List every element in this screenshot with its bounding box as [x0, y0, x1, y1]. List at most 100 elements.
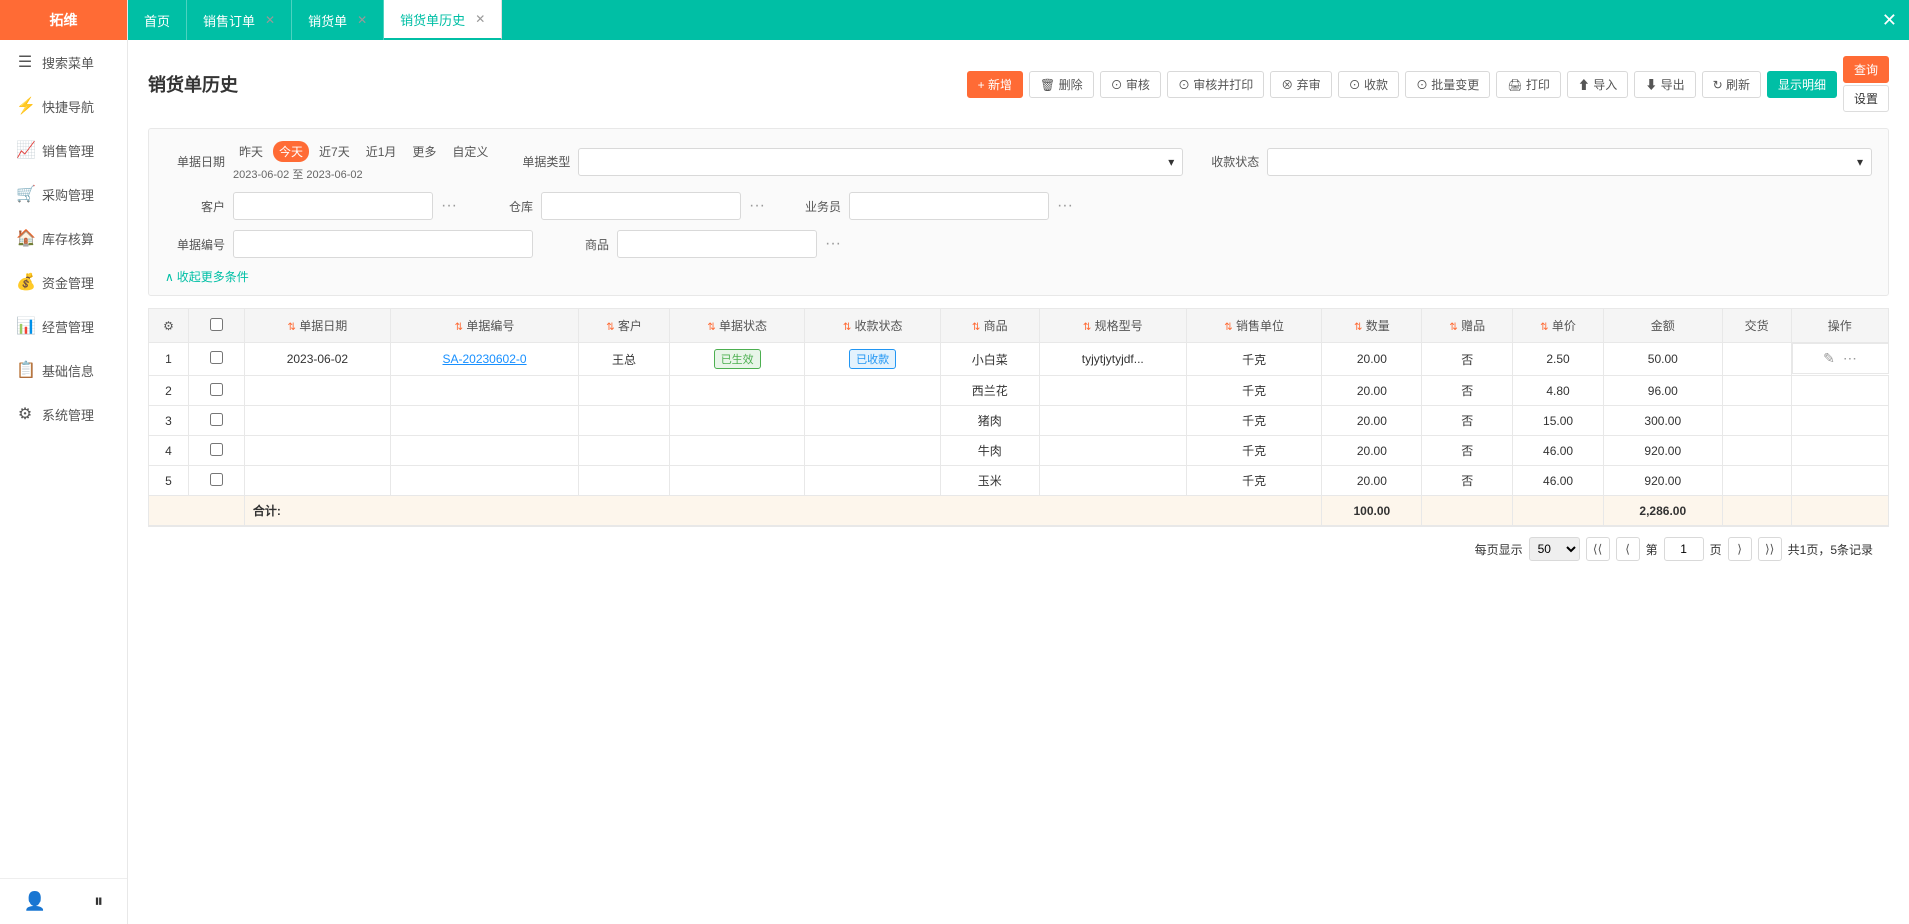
th-unit-price[interactable]: ⇅ 单价: [1513, 309, 1604, 343]
product-label: 商品: [549, 236, 609, 253]
row-checkbox[interactable]: [210, 351, 223, 364]
date-btn-7days[interactable]: 近7天: [313, 141, 356, 162]
main-content: 首页 销售订单 ✕ 销货单 ✕ 销货单历史 ✕ ✕ 销货单历史 + 新增 🗑 删…: [128, 0, 1909, 924]
next-page-button[interactable]: ⟩: [1728, 537, 1752, 561]
more-icon[interactable]: ⋯: [1843, 350, 1857, 367]
product-input[interactable]: [617, 230, 817, 258]
tab-sales-delivery[interactable]: 销货单 ✕: [292, 0, 384, 40]
row-checkbox-cell[interactable]: [189, 343, 245, 376]
collapse-button[interactable]: ∧ 收起更多条件: [165, 268, 1872, 285]
per-page-select[interactable]: 50 100: [1529, 537, 1580, 561]
row-doc-no[interactable]: [390, 406, 578, 436]
th-doc-no[interactable]: ⇅ 单据编号: [390, 309, 578, 343]
row-checkbox-cell[interactable]: [189, 406, 245, 436]
collect-button[interactable]: ⊙ 收款: [1338, 71, 1399, 98]
row-customer: [579, 436, 670, 466]
import-button[interactable]: ⬆ 导入: [1567, 71, 1628, 98]
sidebar-item-operations[interactable]: 📊 经营管理: [0, 304, 127, 348]
sidebar-item-system[interactable]: ⚙ 系统管理: [0, 392, 127, 436]
close-tab-sales-order[interactable]: ✕: [265, 13, 275, 27]
warehouse-picker-icon[interactable]: ···: [749, 197, 765, 215]
sidebar-item-inventory[interactable]: 🏠 库存核算: [0, 216, 127, 260]
row-date: [244, 376, 390, 406]
new-button[interactable]: + 新增: [967, 71, 1023, 98]
payment-status-select[interactable]: ▾: [1267, 148, 1872, 176]
th-payment-status[interactable]: ⇅ 收款状态: [805, 309, 940, 343]
settings-button[interactable]: 设置: [1843, 85, 1889, 112]
batch-change-button[interactable]: ⊙ 批量变更: [1405, 71, 1490, 98]
print-button[interactable]: 🖨 打印: [1496, 71, 1561, 98]
th-product[interactable]: ⇅ 商品: [940, 309, 1039, 343]
query-button[interactable]: 查询: [1843, 56, 1889, 83]
th-unit[interactable]: ⇅ 销售单位: [1186, 309, 1321, 343]
product-picker-icon[interactable]: ···: [825, 235, 841, 253]
sidebar-item-sales[interactable]: 📈 销售管理: [0, 128, 127, 172]
th-quantity[interactable]: ⇅ 数量: [1322, 309, 1422, 343]
sum-quantity: 100.00: [1322, 496, 1422, 526]
audit-button[interactable]: ⊙ 审核: [1100, 71, 1161, 98]
refresh-button[interactable]: ↻ 刷新: [1702, 71, 1761, 98]
row-checkbox-cell[interactable]: [189, 376, 245, 406]
date-btn-1month[interactable]: 近1月: [360, 141, 403, 162]
close-tab-sales-delivery[interactable]: ✕: [357, 13, 367, 27]
sidebar-item-finance[interactable]: 💰 资金管理: [0, 260, 127, 304]
th-amount[interactable]: 金额: [1603, 309, 1722, 343]
th-transaction[interactable]: 交货: [1722, 309, 1791, 343]
row-checkbox-cell[interactable]: [189, 436, 245, 466]
tab-sales-order[interactable]: 销售订单 ✕: [187, 0, 292, 40]
delete-button[interactable]: 🗑 删除: [1029, 71, 1094, 98]
sum-label-text: 合计:: [244, 496, 1321, 526]
salesperson-input[interactable]: [849, 192, 1049, 220]
date-btn-yesterday[interactable]: 昨天: [233, 141, 269, 162]
sidebar-item-basic-info[interactable]: 📋 基础信息: [0, 348, 127, 392]
doc-type-select[interactable]: ▾: [578, 148, 1183, 176]
th-date[interactable]: ⇅ 单据日期: [244, 309, 390, 343]
export-button[interactable]: ⬇ 导出: [1634, 71, 1695, 98]
date-btn-today[interactable]: 今天: [273, 141, 309, 162]
row-checkbox[interactable]: [210, 473, 223, 486]
close-all-tabs[interactable]: ✕: [1870, 10, 1909, 31]
edit-icon[interactable]: ✎: [1823, 350, 1835, 367]
row-doc-no[interactable]: [390, 436, 578, 466]
th-doc-status[interactable]: ⇅ 单据状态: [669, 309, 804, 343]
row-doc-no[interactable]: [390, 466, 578, 496]
row-checkbox[interactable]: [210, 413, 223, 426]
search-menu-icon: ☰: [16, 52, 34, 72]
th-gift[interactable]: ⇅ 赠品: [1422, 309, 1513, 343]
first-page-button[interactable]: ⟨⟨: [1586, 537, 1610, 561]
th-customer[interactable]: ⇅ 客户: [579, 309, 670, 343]
salesperson-picker-icon[interactable]: ···: [1057, 197, 1073, 215]
pause-icon[interactable]: ⏸: [94, 891, 103, 912]
user-icon[interactable]: 👤: [24, 891, 46, 912]
tab-sales-history[interactable]: 销货单历史 ✕: [384, 0, 502, 40]
sidebar-item-purchase[interactable]: 🛒 采购管理: [0, 172, 127, 216]
row-doc-no[interactable]: SA-20230602-0: [390, 343, 578, 376]
customer-picker-icon[interactable]: ···: [441, 197, 457, 215]
doc-number-input[interactable]: [233, 230, 533, 258]
close-tab-sales-history[interactable]: ✕: [475, 12, 485, 26]
prev-page-button[interactable]: ⟨: [1616, 537, 1640, 561]
date-btn-custom[interactable]: 自定义: [446, 141, 494, 162]
th-spec[interactable]: ⇅ 规格型号: [1039, 309, 1186, 343]
tab-home[interactable]: 首页: [128, 0, 187, 40]
row-checkbox-cell[interactable]: [189, 466, 245, 496]
warehouse-input[interactable]: [541, 192, 741, 220]
sidebar-item-label: 库存核算: [42, 229, 94, 248]
select-all-checkbox[interactable]: [210, 318, 223, 331]
row-checkbox[interactable]: [210, 443, 223, 456]
doc-no-link[interactable]: SA-20230602-0: [442, 352, 526, 366]
filter-section: 单据日期 昨天 今天 近7天 近1月 更多 自定义 2023-06-02 至 2…: [148, 128, 1889, 296]
audit-print-button[interactable]: ⊙ 审核并打印: [1167, 71, 1264, 98]
last-page-button[interactable]: ⟩⟩: [1758, 537, 1782, 561]
row-doc-no[interactable]: [390, 376, 578, 406]
page-number-input[interactable]: [1664, 537, 1704, 561]
date-btn-more[interactable]: 更多: [406, 141, 442, 162]
th-checkbox[interactable]: [189, 309, 245, 343]
customer-input[interactable]: [233, 192, 433, 220]
th-settings[interactable]: ⚙: [149, 309, 189, 343]
sidebar-item-quick-nav[interactable]: ⚡ 快捷导航: [0, 84, 127, 128]
discard-button[interactable]: ⊗ 弃审: [1270, 71, 1331, 98]
sidebar-item-search-menu[interactable]: ☰ 搜索菜单: [0, 40, 127, 84]
show-detail-button[interactable]: 显示明细: [1767, 71, 1837, 98]
row-checkbox[interactable]: [210, 383, 223, 396]
